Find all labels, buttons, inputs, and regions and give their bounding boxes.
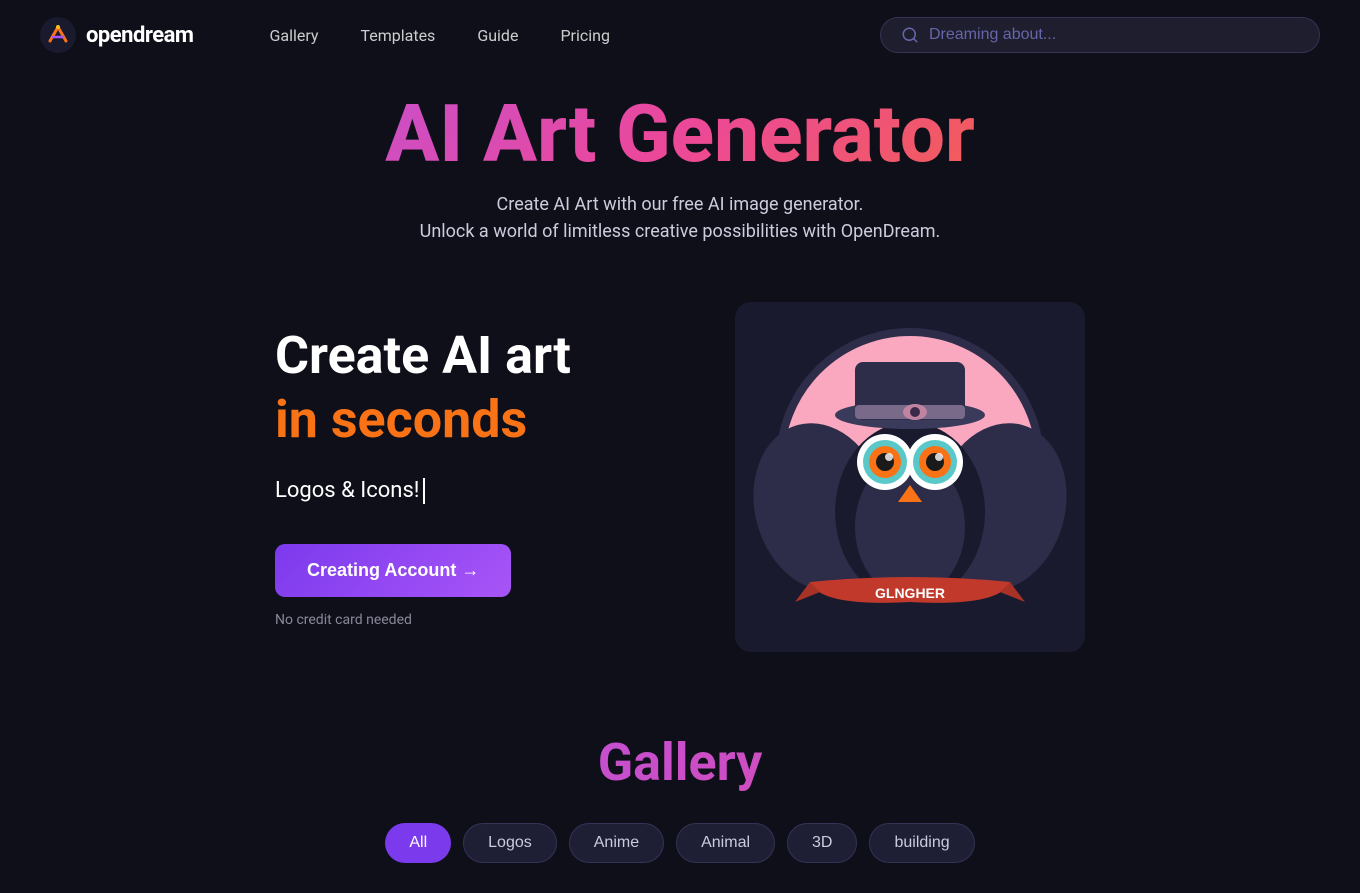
nav-links: Gallery Templates Guide Pricing	[253, 18, 880, 53]
search-icon	[901, 26, 919, 44]
filter-animal[interactable]: Animal	[676, 823, 775, 863]
create-line2: in seconds	[275, 390, 655, 450]
search-input[interactable]	[929, 26, 1299, 44]
main-content: Create AI art in seconds Logos & Icons! …	[0, 282, 1360, 672]
gallery-section: Gallery All Logos Anime Animal 3D buildi…	[0, 672, 1360, 893]
nav-pricing[interactable]: Pricing	[544, 18, 626, 53]
gallery-title: Gallery	[40, 732, 1320, 793]
svg-text:GLNGHER: GLNGHER	[875, 585, 945, 601]
navbar: opendream Gallery Templates Guide Pricin…	[0, 0, 1360, 70]
owl-image-card: GLNGHER	[735, 302, 1085, 652]
nav-guide[interactable]: Guide	[461, 18, 534, 53]
filter-all[interactable]: All	[385, 823, 451, 863]
right-panel: GLNGHER	[735, 302, 1085, 652]
left-panel: Create AI art in seconds Logos & Icons! …	[275, 326, 655, 628]
hero-subtitle1: Create AI Art with our free AI image gen…	[40, 194, 1320, 215]
search-bar	[880, 17, 1320, 53]
filter-building[interactable]: building	[869, 823, 974, 863]
logo-link[interactable]: opendream	[40, 17, 193, 53]
filter-anime[interactable]: Anime	[569, 823, 664, 863]
owl-illustration: GLNGHER	[740, 307, 1080, 647]
filter-3d[interactable]: 3D	[787, 823, 857, 863]
gallery-filters: All Logos Anime Animal 3D building	[40, 823, 1320, 863]
no-credit-text: No credit card needed	[275, 612, 412, 628]
hero-title: AI Art Generator	[40, 90, 1320, 178]
category-label: Logos & Icons!	[275, 478, 655, 504]
hero-section: AI Art Generator Create AI Art with our …	[0, 70, 1360, 242]
nav-gallery[interactable]: Gallery	[253, 18, 334, 53]
creating-account-button[interactable]: Creating Account →	[275, 544, 511, 597]
cta-area: Creating Account → No credit card needed	[275, 544, 655, 628]
nav-templates[interactable]: Templates	[344, 18, 451, 53]
logo-icon	[40, 17, 76, 53]
cursor-blink	[423, 478, 425, 504]
logo-text: opendream	[86, 23, 193, 48]
create-line1: Create AI art	[275, 326, 655, 386]
filter-logos[interactable]: Logos	[463, 823, 557, 863]
hero-subtitle2: Unlock a world of limitless creative pos…	[40, 221, 1320, 242]
